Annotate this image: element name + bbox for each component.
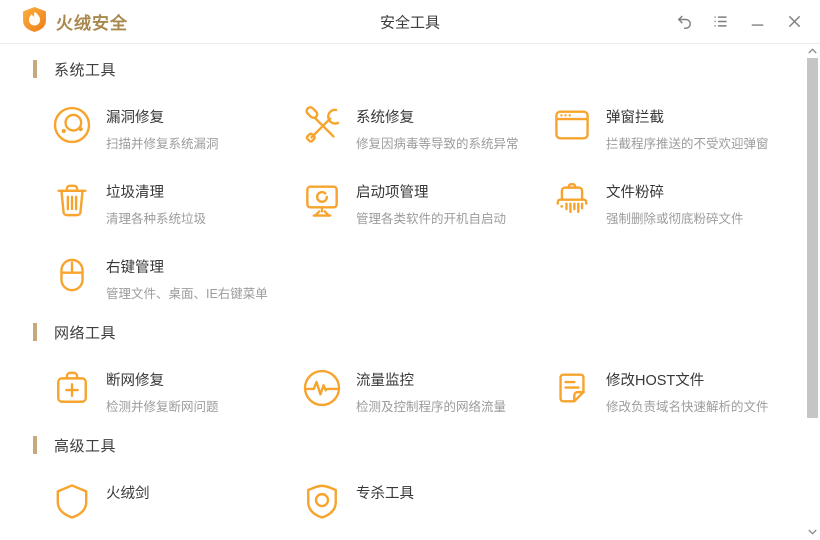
undo-arrow-icon (674, 12, 693, 31)
tool-grid: 火绒剑 专杀工具 (50, 479, 820, 527)
tool-title: 流量监控 (356, 373, 414, 389)
section-bar-mark (33, 60, 37, 78)
tool-text: 系统修复 修复因病毒等导致的系统异常 (356, 103, 519, 152)
tool-title: 垃圾清理 (106, 185, 164, 201)
section-bar-mark (33, 436, 37, 454)
tool-title: 漏洞修复 (106, 110, 164, 126)
app-brand: 火绒安全 (0, 6, 128, 38)
tool-desc: 修改负责域名快速解析的文件 (606, 400, 769, 414)
section-label: 网络工具 (54, 324, 117, 342)
minimize-icon (748, 12, 767, 31)
tool-desc: 拦截程序推送的不受欢迎弹窗 (606, 137, 769, 151)
tool-item[interactable]: 流量监控 检测及控制程序的网络流量 (300, 366, 550, 414)
startup-manager-icon (300, 178, 344, 222)
tool-item[interactable]: 系统修复 修复因病毒等导致的系统异常 (300, 103, 550, 151)
tool-item[interactable]: 漏洞修复 扫描并修复系统漏洞 (50, 103, 300, 151)
tool-item[interactable]: 断网修复 检测并修复断网问题 (50, 366, 300, 414)
tool-item[interactable]: 火绒剑 (50, 479, 300, 527)
tool-title: 火绒剑 (106, 486, 150, 502)
tool-desc: 修复因病毒等导致的系统异常 (356, 137, 519, 151)
file-shredder-icon (550, 178, 594, 222)
tool-item[interactable]: 启动项管理 管理各类软件的开机自启动 (300, 178, 550, 226)
tool-grid: 断网修复 检测并修复断网问题 流量监控 检测及控制程序的网络流量 修改HOST文… (50, 366, 820, 414)
tool-item[interactable]: 专杀工具 (300, 479, 550, 527)
tool-sections: 系统工具 漏洞修复 扫描并修复系统漏洞 系统修复 修复因病毒等导致的系统异常 弹… (0, 44, 820, 527)
special-kill-icon (300, 479, 344, 523)
window-controls (671, 10, 820, 34)
tool-title: 弹窗拦截 (606, 110, 664, 126)
tool-title: 文件粉碎 (606, 185, 664, 201)
host-file-icon (550, 366, 594, 410)
tool-desc: 检测并修复断网问题 (106, 400, 219, 414)
tool-text: 断网修复 检测并修复断网问题 (106, 366, 219, 415)
titlebar: 火绒安全 安全工具 (0, 0, 820, 44)
right-click-menu-icon (50, 253, 94, 297)
scrollbar-thumb[interactable] (806, 58, 818, 418)
section-bar-mark (33, 323, 37, 341)
tool-desc: 扫描并修复系统漏洞 (106, 137, 219, 151)
vulnerability-fix-icon (50, 103, 94, 147)
minimize-button[interactable] (745, 10, 769, 34)
tool-title: 右键管理 (106, 260, 164, 276)
tool-text: 启动项管理 管理各类软件的开机自启动 (356, 178, 506, 227)
huorong-logo-icon (22, 6, 47, 38)
section-header: 高级工具 (33, 435, 820, 455)
main-content: 系统工具 漏洞修复 扫描并修复系统漏洞 系统修复 修复因病毒等导致的系统异常 弹… (0, 44, 820, 539)
huorong-sword-icon (50, 479, 94, 523)
tool-item[interactable]: 文件粉碎 强制删除或彻底粉碎文件 (550, 178, 812, 226)
tool-desc: 强制删除或彻底粉碎文件 (606, 212, 744, 226)
tool-desc: 管理各类软件的开机自启动 (356, 212, 507, 226)
menu-button[interactable] (708, 10, 732, 34)
window-title: 安全工具 (379, 14, 441, 31)
section-label: 高级工具 (54, 437, 117, 455)
tool-text: 垃圾清理 清理各种系统垃圾 (106, 178, 206, 227)
tool-title: 断网修复 (106, 373, 164, 389)
scrollbar[interactable] (804, 44, 820, 539)
tool-title: 系统修复 (356, 110, 414, 126)
tool-text: 漏洞修复 扫描并修复系统漏洞 (106, 103, 219, 152)
tool-title: 专杀工具 (356, 486, 414, 502)
tool-text: 火绒剑 (106, 479, 150, 509)
section-header: 系统工具 (33, 59, 820, 79)
tool-text: 专杀工具 (356, 479, 414, 509)
brand-name: 火绒安全 (56, 14, 128, 33)
tool-title: 修改HOST文件 (606, 373, 705, 389)
scroll-down-icon[interactable] (804, 525, 820, 539)
tool-desc: 清理各种系统垃圾 (106, 212, 207, 226)
tool-grid: 漏洞修复 扫描并修复系统漏洞 系统修复 修复因病毒等导致的系统异常 弹窗拦截 拦… (50, 103, 820, 301)
section-header: 网络工具 (33, 322, 820, 342)
tool-item[interactable]: 弹窗拦截 拦截程序推送的不受欢迎弹窗 (550, 103, 812, 151)
tool-item[interactable]: 垃圾清理 清理各种系统垃圾 (50, 178, 300, 226)
tool-text: 修改HOST文件 修改负责域名快速解析的文件 (606, 366, 769, 415)
tool-item[interactable]: 修改HOST文件 修改负责域名快速解析的文件 (550, 366, 812, 414)
tool-text: 文件粉碎 强制删除或彻底粉碎文件 (606, 178, 744, 227)
network-repair-icon (50, 366, 94, 410)
section-label: 系统工具 (54, 61, 117, 79)
tool-text: 弹窗拦截 拦截程序推送的不受欢迎弹窗 (606, 103, 769, 152)
tool-desc: 管理文件、桌面、IE右键菜单 (106, 287, 268, 301)
scrollbar-track[interactable] (806, 58, 818, 525)
traffic-monitor-icon (300, 366, 344, 410)
tool-desc: 检测及控制程序的网络流量 (356, 400, 507, 414)
close-icon (785, 12, 804, 31)
popup-block-icon (550, 103, 594, 147)
list-menu-icon (711, 12, 730, 31)
tool-title: 启动项管理 (356, 185, 429, 201)
tool-text: 右键管理 管理文件、桌面、IE右键菜单 (106, 253, 268, 302)
scroll-up-icon[interactable] (804, 44, 820, 58)
tool-item[interactable]: 右键管理 管理文件、桌面、IE右键菜单 (50, 253, 300, 301)
tool-text: 流量监控 检测及控制程序的网络流量 (356, 366, 506, 415)
trash-clean-icon (50, 178, 94, 222)
back-button[interactable] (671, 10, 695, 34)
system-repair-icon (300, 103, 344, 147)
close-button[interactable] (782, 10, 806, 34)
